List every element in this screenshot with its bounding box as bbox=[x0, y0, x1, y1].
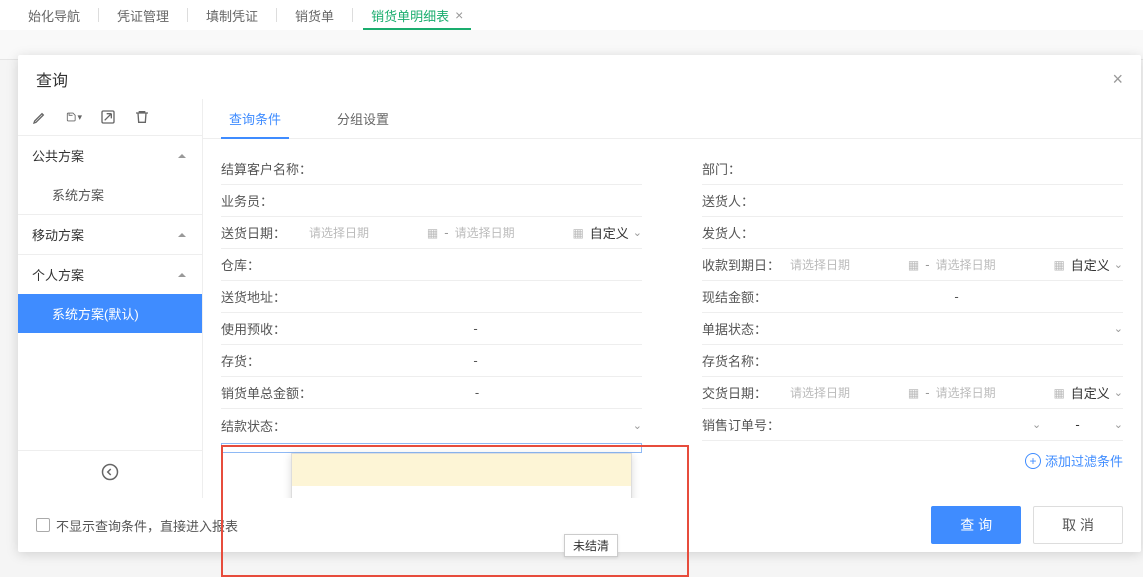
cancel-button[interactable]: 取 消 bbox=[1033, 506, 1123, 544]
payment-status-field: 结款状态： ⌄ 已结清 未结清 bbox=[221, 409, 642, 453]
calendar-icon: ▦ bbox=[908, 386, 919, 400]
close-icon[interactable]: × bbox=[1112, 69, 1123, 90]
add-filter-link[interactable]: + 添加过滤条件 bbox=[702, 441, 1123, 480]
label-use-prepay: 使用预收： bbox=[221, 319, 309, 338]
export-icon[interactable] bbox=[100, 109, 116, 125]
dropdown-list: 已结清 未结清 bbox=[291, 453, 632, 498]
label-shipper: 发货人： bbox=[702, 223, 790, 242]
label-payment-status: 结款状态： bbox=[221, 416, 309, 435]
tab-group-settings[interactable]: 分组设置 bbox=[329, 99, 397, 138]
sidebar-toolbar: ▾ bbox=[18, 99, 202, 136]
dropdown-option-empty[interactable] bbox=[292, 454, 631, 486]
scheme-label: 个人方案 bbox=[32, 265, 84, 284]
top-tabs: 始化导航 凭证管理 填制凭证 销货单 销货单明细表 × bbox=[0, 0, 1143, 30]
label-sales-total: 销货单总金额： bbox=[221, 383, 312, 402]
label-receipt-due: 收款到期日： bbox=[702, 255, 790, 274]
chevron-down-icon[interactable]: ⌄ bbox=[1114, 322, 1123, 335]
chevron-down-icon: ⌄ bbox=[1114, 386, 1123, 399]
label-inventory: 存货： bbox=[221, 351, 309, 370]
close-icon[interactable]: × bbox=[455, 7, 463, 23]
label-department: 部门： bbox=[702, 159, 790, 178]
label-delivery-date: 送货日期： bbox=[221, 223, 309, 242]
date-range-select[interactable]: 自定义⌄ bbox=[1071, 255, 1123, 274]
label-cash-amount: 现结金额： bbox=[702, 287, 790, 306]
label-inventory-name: 存货名称： bbox=[702, 351, 790, 370]
dropdown-option-settled[interactable]: 已结清 bbox=[292, 486, 631, 498]
label-warehouse: 仓库： bbox=[221, 255, 309, 274]
delete-icon[interactable] bbox=[134, 109, 150, 125]
label-delivery-date2: 交货日期： bbox=[702, 383, 790, 402]
scheme-item-default[interactable]: 系统方案(默认) bbox=[18, 294, 202, 333]
form-col-right: 部门： 送货人： 发货人： 收款到期日： 请选择日期▦ - 请选择日期▦ 自定义… bbox=[702, 153, 1123, 498]
scheme-group-public[interactable]: 公共方案 bbox=[18, 136, 202, 175]
date-to-input[interactable]: 请选择日期▦ bbox=[936, 256, 1065, 273]
date-from-input[interactable]: 请选择日期▦ bbox=[790, 384, 919, 401]
modal-header: 查询 × bbox=[18, 55, 1141, 99]
tab-query-conditions[interactable]: 查询条件 bbox=[221, 99, 289, 138]
query-modal: 查询 × ▾ 公共方案 系统方案 移动方案 bbox=[18, 55, 1141, 552]
label-salesman: 业务员： bbox=[221, 191, 309, 210]
chevron-up-icon bbox=[176, 150, 188, 162]
form-area: 结算客户名称： 业务员： 送货日期： 请选择日期▦ - 请选择日期▦ 自定义⌄ … bbox=[203, 139, 1141, 498]
main-content: 查询条件 分组设置 结算客户名称： 业务员： 送货日期： 请选择日期▦ - 请选… bbox=[203, 99, 1141, 498]
label-deliverer: 送货人： bbox=[702, 191, 790, 210]
calendar-icon: ▦ bbox=[1053, 258, 1064, 272]
label-delivery-addr: 送货地址： bbox=[221, 287, 309, 306]
sidebar: ▾ 公共方案 系统方案 移动方案 个人方案 系统方案(默认) bbox=[18, 99, 203, 498]
chevron-up-icon bbox=[176, 269, 188, 281]
chevron-down-icon: ⌄ bbox=[1114, 258, 1123, 271]
tab-fill-voucher[interactable]: 填制凭证 bbox=[188, 0, 276, 30]
chevron-up-icon bbox=[176, 229, 188, 241]
tab-init[interactable]: 始化导航 bbox=[10, 0, 98, 30]
plus-circle-icon: + bbox=[1025, 453, 1041, 469]
payment-status-input[interactable] bbox=[221, 443, 642, 453]
scheme-group-personal[interactable]: 个人方案 bbox=[18, 255, 202, 294]
scheme-label: 移动方案 bbox=[32, 225, 84, 244]
chevron-down-icon: ⌄ bbox=[633, 226, 642, 239]
main-tabs: 查询条件 分组设置 bbox=[203, 99, 1141, 139]
calendar-icon: ▦ bbox=[427, 226, 438, 240]
modal-title: 查询 bbox=[36, 67, 68, 91]
date-to-input[interactable]: 请选择日期▦ bbox=[455, 224, 584, 241]
date-range-select[interactable]: 自定义⌄ bbox=[1071, 383, 1123, 402]
scheme-group-mobile[interactable]: 移动方案 bbox=[18, 215, 202, 254]
form-col-left: 结算客户名称： 业务员： 送货日期： 请选择日期▦ - 请选择日期▦ 自定义⌄ … bbox=[221, 153, 642, 498]
date-from-input[interactable]: 请选择日期▦ bbox=[309, 224, 438, 241]
date-range-select[interactable]: 自定义⌄ bbox=[590, 223, 642, 242]
chevron-down-icon[interactable]: ⌄ bbox=[1114, 418, 1123, 431]
save-icon[interactable]: ▾ bbox=[66, 109, 82, 125]
tooltip: 未结清 bbox=[564, 534, 618, 557]
edit-icon[interactable] bbox=[32, 109, 48, 125]
calendar-icon: ▦ bbox=[1053, 386, 1064, 400]
tab-sales-detail[interactable]: 销货单明细表 × bbox=[353, 0, 481, 30]
label-sales-order-no: 销售订单号： bbox=[702, 415, 790, 434]
skip-conditions-checkbox[interactable] bbox=[36, 518, 50, 532]
scheme-item-system[interactable]: 系统方案 bbox=[18, 175, 202, 214]
label-doc-status: 单据状态： bbox=[702, 319, 790, 338]
label-customer: 结算客户名称： bbox=[221, 159, 312, 178]
tab-voucher-mgmt[interactable]: 凭证管理 bbox=[99, 0, 187, 30]
checkbox-label: 不显示查询条件，直接进入报表 bbox=[56, 516, 238, 535]
calendar-icon: ▦ bbox=[572, 226, 583, 240]
query-button[interactable]: 查 询 bbox=[931, 506, 1021, 544]
chevron-down-icon[interactable]: ⌄ bbox=[633, 419, 642, 432]
date-to-input[interactable]: 请选择日期▦ bbox=[936, 384, 1065, 401]
back-button[interactable] bbox=[18, 450, 202, 498]
tab-sales-order[interactable]: 销货单 bbox=[277, 0, 352, 30]
date-from-input[interactable]: 请选择日期▦ bbox=[790, 256, 919, 273]
calendar-icon: ▦ bbox=[908, 258, 919, 272]
chevron-down-icon[interactable]: ⌄ bbox=[1032, 418, 1041, 431]
scheme-label: 公共方案 bbox=[32, 146, 84, 165]
